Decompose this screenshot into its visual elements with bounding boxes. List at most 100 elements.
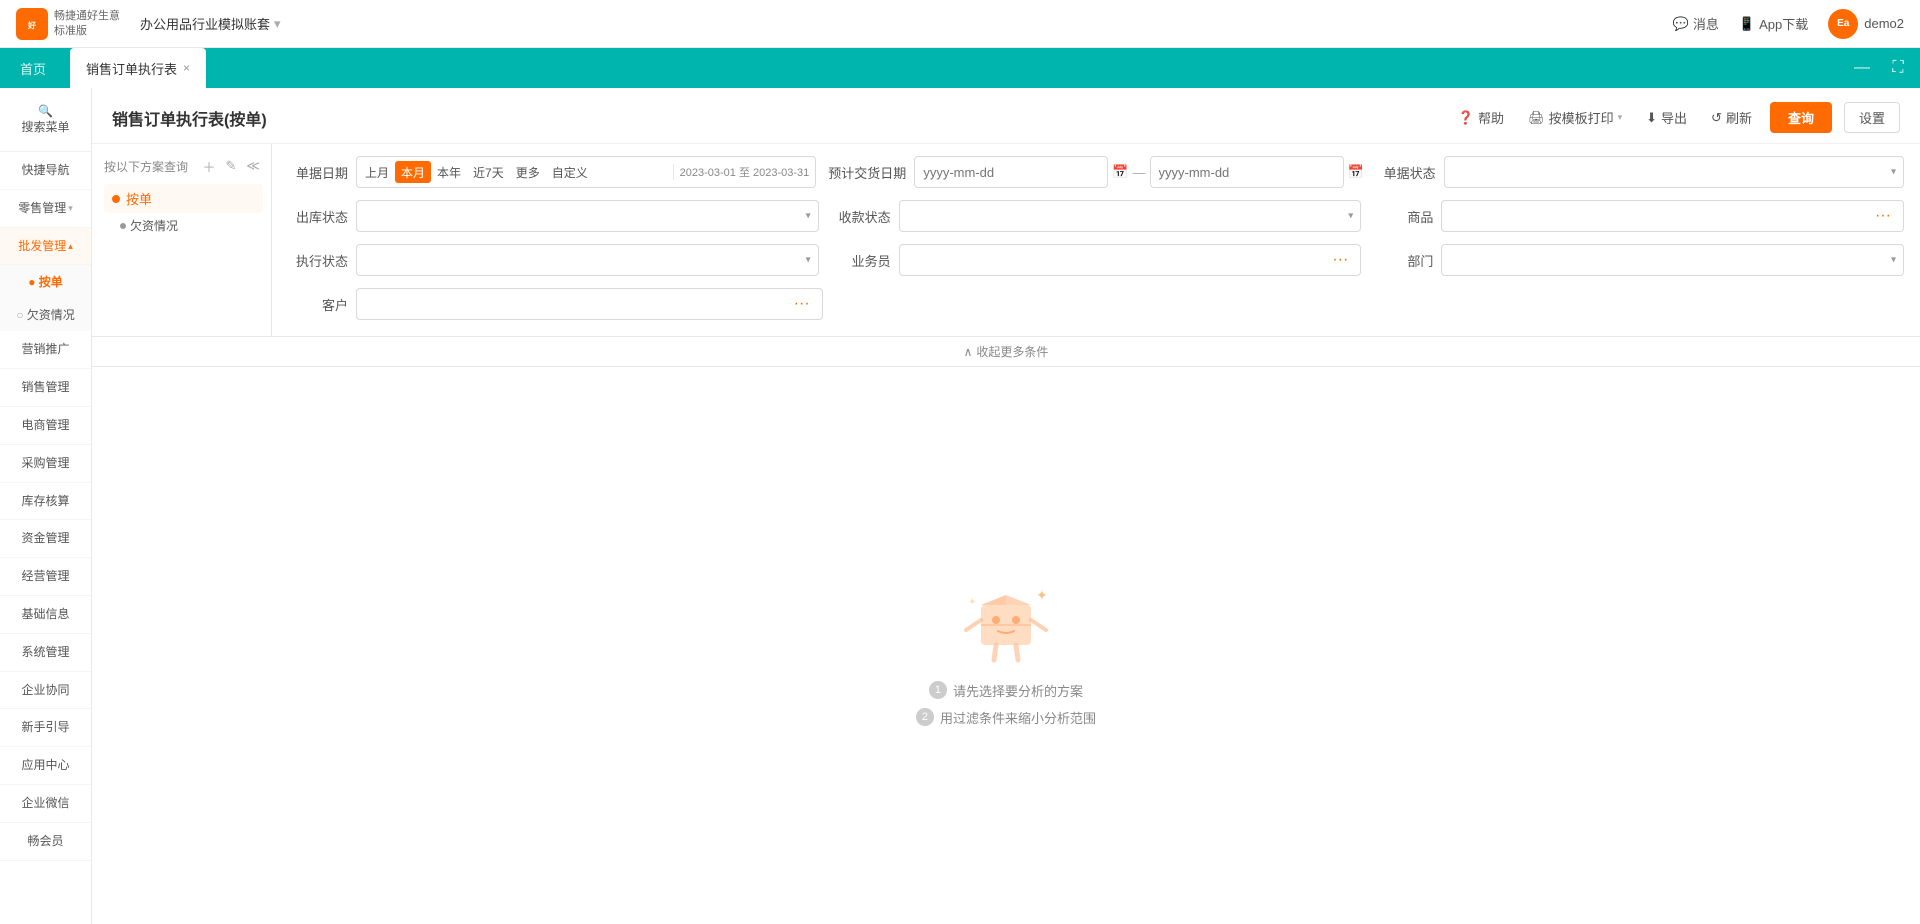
scheme-item-by-order[interactable]: 按单 — [104, 184, 263, 213]
out-state-select-wrap: ▾ — [356, 200, 819, 232]
tab-close-icon[interactable]: × — [183, 62, 190, 74]
phone-icon: 📱 — [1739, 16, 1755, 32]
settings-btn[interactable]: 设置 — [1844, 102, 1900, 133]
exec-state-select-wrap: ▾ — [356, 244, 819, 276]
goods-input[interactable] — [1450, 209, 1871, 224]
scheme-add-btn[interactable]: ＋ — [199, 156, 219, 176]
department-label: 部门 — [1373, 251, 1433, 270]
collapse-more-btn[interactable]: ∧ 收起更多条件 — [964, 343, 1049, 360]
customer-dots-btn[interactable]: ··· — [790, 295, 814, 313]
right-filter-panel: 单据日期 上月 本月 本年 近7天 更多 自定义 20 — [272, 144, 1920, 336]
sidebar-sub-item-debt[interactable]: ○ 欠资情况 — [0, 298, 91, 331]
date-btn-7days[interactable]: 近7天 — [467, 161, 510, 183]
salesperson-input[interactable] — [908, 253, 1329, 268]
sidebar-item-operation[interactable]: 经营管理 — [0, 558, 91, 596]
sidebar-item-member[interactable]: 畅会员 — [0, 823, 91, 861]
chevron-down-icon: ▾ — [68, 202, 73, 215]
tab-active[interactable]: 销售订单执行表 × — [70, 48, 206, 88]
tab-minimize-btn[interactable]: — — [1848, 54, 1876, 82]
sidebar-quick-nav[interactable]: 快捷导航 — [0, 152, 91, 190]
sidebar-item-enterprise[interactable]: 企业协同 — [0, 672, 91, 710]
filter-item-doc-date: 单据日期 上月 本月 本年 近7天 更多 自定义 20 — [288, 156, 816, 188]
calendar-icon-1[interactable]: 📅 — [1112, 164, 1128, 180]
filter-row-3: 执行状态 ▾ 业务员 — [288, 244, 1904, 276]
collect-state-label: 收款状态 — [831, 207, 891, 226]
tab-home[interactable]: 首页 — [0, 48, 66, 88]
user-profile[interactable]: Ea demo2 — [1828, 9, 1904, 39]
refresh-btn[interactable]: ↺ 刷新 — [1705, 104, 1758, 131]
logo-area: 好 畅捷通好生意 标准版 — [16, 8, 120, 40]
sidebar-sub-item-by-order[interactable]: ● 按单 — [0, 265, 91, 298]
scheme-sub-debt[interactable]: 欠资情况 — [114, 213, 263, 238]
breadcrumb: 办公用品行业模拟账套 ▾ — [140, 14, 281, 33]
department-select[interactable] — [1441, 244, 1904, 276]
date-btn-more[interactable]: 更多 — [510, 161, 546, 183]
filter-item-customer: 客户 ··· — [288, 288, 823, 320]
app-download-action[interactable]: 📱 App下载 — [1739, 14, 1808, 33]
sidebar-item-wholesale[interactable]: 批发管理 ▴ — [0, 228, 91, 266]
exec-state-select[interactable] — [356, 244, 819, 276]
date-btn-custom[interactable]: 自定义 — [546, 161, 594, 183]
empty-hint-1: 1 请先选择要分析的方案 — [929, 681, 1083, 700]
search-menu-btn[interactable]: 🔍 搜索菜单 — [8, 98, 83, 141]
sidebar: 🔍 搜索菜单 快捷导航 零售管理 ▾ 批发管理 ▴ ● 按单 ○ 欠资情况 营销… — [0, 88, 92, 924]
sidebar-item-appstore[interactable]: 应用中心 — [0, 747, 91, 785]
export-btn[interactable]: ⬇ 导出 — [1640, 104, 1693, 131]
doc-state-label: 单据状态 — [1376, 163, 1436, 182]
hint-num-2: 2 — [916, 708, 934, 726]
header-left: 好 畅捷通好生意 标准版 办公用品行业模拟账套 ▾ — [16, 8, 281, 40]
sidebar-item-ecommerce[interactable]: 电商管理 — [0, 407, 91, 445]
sidebar-item-inventory[interactable]: 库存核算 — [0, 483, 91, 521]
salesperson-dots-btn[interactable]: ··· — [1328, 251, 1352, 269]
expected-date-start[interactable] — [914, 156, 1108, 188]
sidebar-item-guide[interactable]: 新手引导 — [0, 709, 91, 747]
out-state-label: 出库状态 — [288, 207, 348, 226]
breadcrumb-dropdown-icon[interactable]: ▾ — [274, 16, 281, 32]
date-btn-this-year[interactable]: 本年 — [431, 161, 467, 183]
scheme-header-icons: ＋ ✎ ≪ — [199, 156, 263, 176]
sidebar-item-weixin[interactable]: 企业微信 — [0, 785, 91, 823]
filter-item-out-state: 出库状态 ▾ — [288, 200, 819, 232]
sidebar-item-marketing[interactable]: 营销推广 — [0, 331, 91, 369]
sidebar-item-system[interactable]: 系统管理 — [0, 634, 91, 672]
filter-item-salesperson: 业务员 ··· — [831, 244, 1362, 276]
left-scheme-panel: 按以下方案查询 ＋ ✎ ≪ 按单 欠资情况 — [92, 144, 272, 336]
query-btn[interactable]: 查询 — [1770, 102, 1832, 133]
date-btn-this-month[interactable]: 本月 — [395, 161, 431, 183]
top-header: 好 畅捷通好生意 标准版 办公用品行业模拟账套 ▾ 💬 消息 📱 App下载 E… — [0, 0, 1920, 48]
filter-item-goods: 商品 ··· — [1373, 200, 1904, 232]
customer-input[interactable] — [365, 297, 790, 312]
collapse-arrow-icon: ∧ — [964, 345, 973, 359]
svg-text:✦: ✦ — [968, 597, 976, 608]
main-layout: 🔍 搜索菜单 快捷导航 零售管理 ▾ 批发管理 ▴ ● 按单 ○ 欠资情况 营销… — [0, 88, 1920, 924]
print-dropdown-icon: ▾ — [1618, 112, 1623, 123]
doc-state-select[interactable] — [1444, 156, 1904, 188]
page-title: 销售订单执行表(按单) — [112, 106, 267, 130]
calendar-icon-2[interactable]: 📅 — [1348, 164, 1364, 180]
scheme-collapse-btn[interactable]: ≪ — [243, 156, 263, 176]
print-btn[interactable]: 🖨 按模板打印 ▾ — [1522, 104, 1628, 131]
sidebar-item-retail[interactable]: 零售管理 ▾ — [0, 190, 91, 228]
date-range-text: 2023-03-01 至 2023-03-31 — [673, 164, 816, 180]
expected-date-end[interactable] — [1150, 156, 1344, 188]
avatar: Ea — [1828, 9, 1858, 39]
refresh-icon: ↺ — [1711, 110, 1722, 126]
out-state-select[interactable] — [356, 200, 819, 232]
filter-row-4: 客户 ··· — [288, 288, 1904, 320]
tab-maximize-btn[interactable]: ⛶ — [1884, 54, 1912, 82]
sidebar-item-sales[interactable]: 销售管理 — [0, 369, 91, 407]
empty-hint-2: 2 用过滤条件来缩小分析范围 — [916, 708, 1096, 727]
sidebar-item-basic[interactable]: 基础信息 — [0, 596, 91, 634]
date-btn-last-month[interactable]: 上月 — [359, 161, 395, 183]
collect-state-select[interactable] — [899, 200, 1362, 232]
help-btn[interactable]: ❓ 帮助 — [1452, 104, 1510, 131]
scheme-header: 按以下方案查询 ＋ ✎ ≪ — [104, 156, 263, 176]
sidebar-item-purchase[interactable]: 采购管理 — [0, 445, 91, 483]
scheme-dot-active — [112, 195, 120, 203]
filter-item-doc-state: 单据状态 ▾ — [1376, 156, 1904, 188]
scheme-edit-btn[interactable]: ✎ — [221, 156, 241, 176]
search-icon: 🔍 — [38, 104, 53, 118]
goods-dots-btn[interactable]: ··· — [1871, 207, 1895, 225]
message-action[interactable]: 💬 消息 — [1673, 14, 1719, 33]
sidebar-item-finance[interactable]: 资金管理 — [0, 520, 91, 558]
